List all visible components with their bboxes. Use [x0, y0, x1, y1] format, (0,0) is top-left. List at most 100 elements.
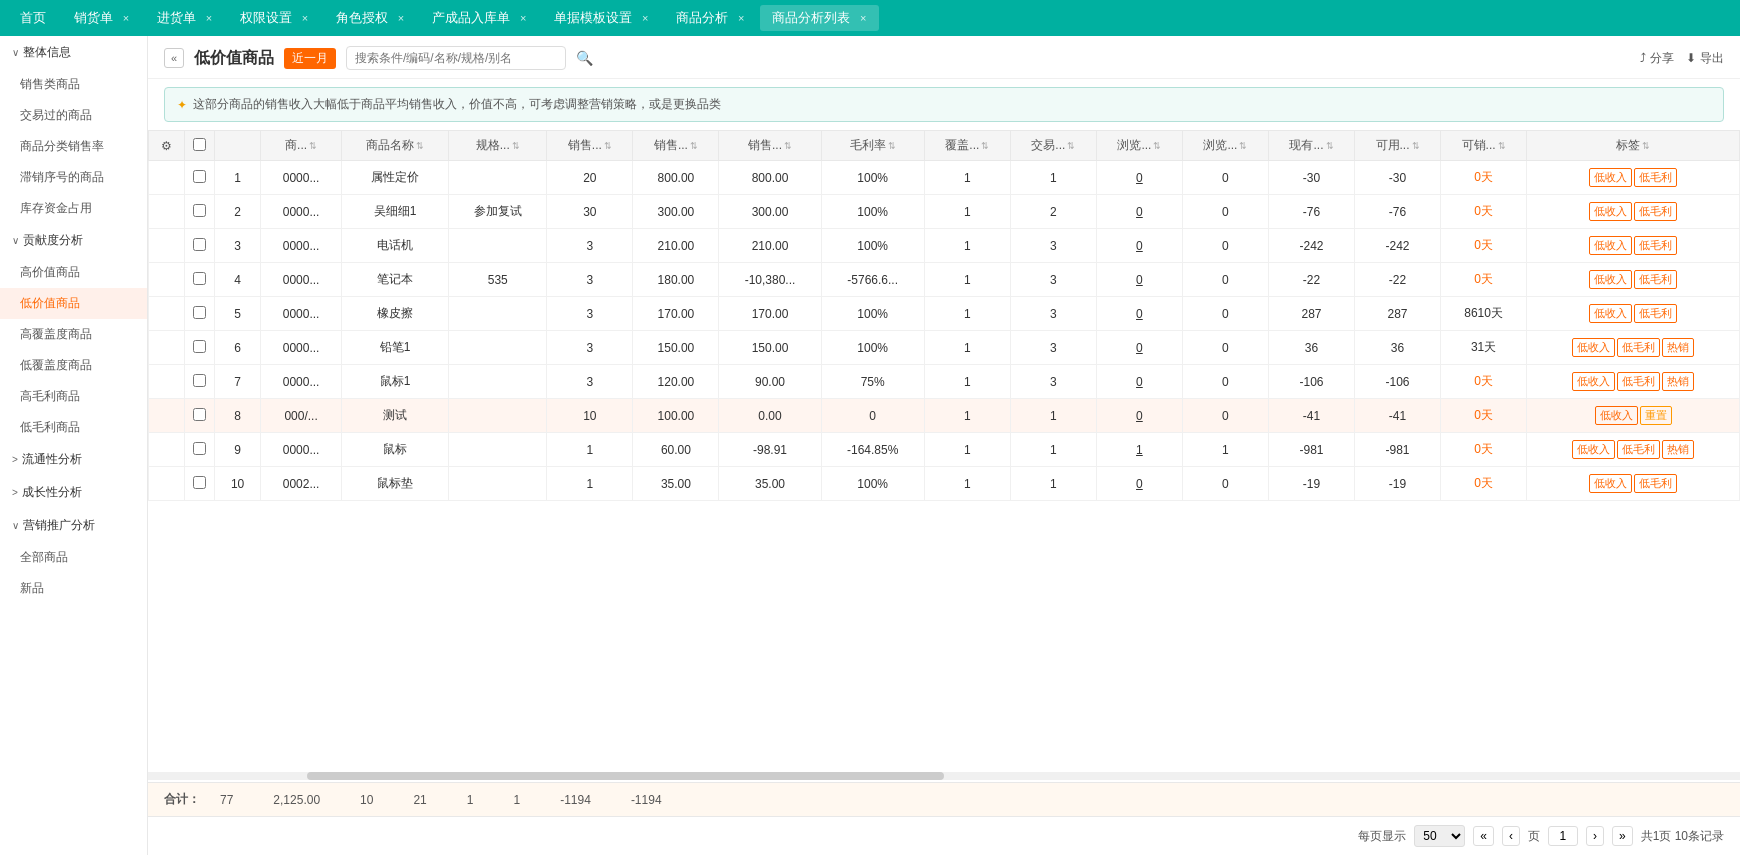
next-page-btn[interactable]: ›	[1586, 826, 1604, 846]
sidebar-item-high-value[interactable]: 高价值商品	[0, 257, 147, 288]
sidebar-item-low-margin[interactable]: 低毛利商品	[0, 412, 147, 443]
col-spec[interactable]: 规格... ⇅	[449, 131, 547, 161]
row-checkbox[interactable]	[193, 476, 206, 489]
cell-checkbox[interactable]	[185, 331, 215, 365]
col-sales3[interactable]: 销售... ⇅	[719, 131, 821, 161]
row-checkbox[interactable]	[193, 408, 206, 421]
cell-checkbox[interactable]	[185, 229, 215, 263]
col-browse1[interactable]: 浏览... ⇅	[1096, 131, 1182, 161]
cell-browse1[interactable]: 0	[1096, 399, 1182, 433]
browse1-link[interactable]: 0	[1136, 239, 1143, 253]
browse1-link[interactable]: 0	[1136, 477, 1143, 491]
sidebar-item-high-margin[interactable]: 高毛利商品	[0, 381, 147, 412]
browse1-link[interactable]: 0	[1136, 341, 1143, 355]
export-btn[interactable]: ⬇ 导出	[1686, 50, 1724, 67]
select-all-checkbox[interactable]	[193, 138, 206, 151]
browse1-link[interactable]: 0	[1136, 205, 1143, 219]
sidebar-item-sales-products[interactable]: 销售类商品	[0, 69, 147, 100]
sidebar-item-slow-move[interactable]: 滞销序号的商品	[0, 162, 147, 193]
cell-checkbox[interactable]	[185, 161, 215, 195]
row-checkbox[interactable]	[193, 374, 206, 387]
scrollbar-thumb[interactable]	[307, 772, 944, 780]
browse1-link[interactable]: 0	[1136, 375, 1143, 389]
last-page-btn[interactable]: »	[1612, 826, 1633, 846]
col-sales1[interactable]: 销售... ⇅	[547, 131, 633, 161]
row-checkbox[interactable]	[193, 238, 206, 251]
col-browse2[interactable]: 浏览... ⇅	[1182, 131, 1268, 161]
sidebar-item-low-coverage[interactable]: 低覆盖度商品	[0, 350, 147, 381]
nav-close-purchase[interactable]: ×	[206, 12, 212, 24]
nav-close-roles[interactable]: ×	[398, 12, 404, 24]
sidebar-group-contribution[interactable]: ∨ 贡献度分析	[0, 224, 147, 257]
nav-close-analysis[interactable]: ×	[738, 12, 744, 24]
nav-analysis[interactable]: 商品分析 ×	[664, 5, 756, 31]
cell-checkbox[interactable]	[185, 195, 215, 229]
cell-checkbox[interactable]	[185, 433, 215, 467]
col-cover[interactable]: 覆盖... ⇅	[924, 131, 1010, 161]
col-available[interactable]: 可用... ⇅	[1355, 131, 1441, 161]
cell-checkbox[interactable]	[185, 399, 215, 433]
sidebar-item-inventory-fund[interactable]: 库存资金占用	[0, 193, 147, 224]
row-checkbox[interactable]	[193, 272, 206, 285]
per-page-select[interactable]: 50 100 200	[1414, 825, 1465, 847]
nav-product-in[interactable]: 产成品入库单 ×	[420, 5, 538, 31]
nav-close-permissions[interactable]: ×	[302, 12, 308, 24]
first-page-btn[interactable]: «	[1473, 826, 1494, 846]
browse1-link[interactable]: 0	[1136, 171, 1143, 185]
col-margin[interactable]: 毛利率 ⇅	[821, 131, 924, 161]
sidebar-group-overall[interactable]: ∨ 整体信息	[0, 36, 147, 69]
cell-checkbox[interactable]	[185, 263, 215, 297]
browse1-link[interactable]: 0	[1136, 307, 1143, 321]
sidebar-group-growth[interactable]: > 成长性分析	[0, 476, 147, 509]
row-checkbox[interactable]	[193, 340, 206, 353]
nav-template[interactable]: 单据模板设置 ×	[542, 5, 660, 31]
search-icon[interactable]: 🔍	[576, 50, 593, 66]
search-input[interactable]	[346, 46, 566, 70]
cell-checkbox[interactable]	[185, 365, 215, 399]
col-name[interactable]: 商品名称 ⇅	[342, 131, 449, 161]
cell-browse1[interactable]: 0	[1096, 365, 1182, 399]
sidebar-item-high-coverage[interactable]: 高覆盖度商品	[0, 319, 147, 350]
col-checkbox[interactable]	[185, 131, 215, 161]
row-checkbox[interactable]	[193, 306, 206, 319]
col-code[interactable]: 商... ⇅	[261, 131, 342, 161]
nav-purchase[interactable]: 进货单 ×	[145, 5, 224, 31]
sidebar-group-marketing[interactable]: ∨ 营销推广分析	[0, 509, 147, 542]
col-trade[interactable]: 交易... ⇅	[1010, 131, 1096, 161]
sidebar-collapse-btn[interactable]: «	[164, 48, 184, 68]
browse1-link[interactable]: 0	[1136, 273, 1143, 287]
browse1-link[interactable]: 0	[1136, 409, 1143, 423]
horizontal-scrollbar[interactable]	[148, 772, 1740, 780]
col-sales2[interactable]: 销售... ⇅	[633, 131, 719, 161]
nav-analysis-list[interactable]: 商品分析列表 ×	[760, 5, 878, 31]
cell-browse1[interactable]: 0	[1096, 331, 1182, 365]
cell-checkbox[interactable]	[185, 467, 215, 501]
nav-roles[interactable]: 角色授权 ×	[324, 5, 416, 31]
nav-close-analysis-list[interactable]: ×	[860, 12, 866, 24]
nav-home[interactable]: 首页	[8, 5, 58, 31]
page-input[interactable]	[1548, 826, 1578, 846]
nav-sales[interactable]: 销货单 ×	[62, 5, 141, 31]
sidebar-item-category-rate[interactable]: 商品分类销售率	[0, 131, 147, 162]
col-saleable[interactable]: 可销... ⇅	[1441, 131, 1527, 161]
prev-page-btn[interactable]: ‹	[1502, 826, 1520, 846]
filter-tag-btn[interactable]: 近一月	[284, 48, 336, 69]
cell-browse1[interactable]: 0	[1096, 467, 1182, 501]
cell-browse1[interactable]: 0	[1096, 195, 1182, 229]
sidebar-item-all-products[interactable]: 全部商品	[0, 542, 147, 573]
row-checkbox[interactable]	[193, 170, 206, 183]
col-settings[interactable]: ⚙	[149, 131, 185, 161]
sidebar-item-low-value[interactable]: 低价值商品	[0, 288, 147, 319]
cell-browse1[interactable]: 1	[1096, 433, 1182, 467]
share-btn[interactable]: ⤴ 分享	[1640, 50, 1674, 67]
col-tags[interactable]: 标签 ⇅	[1527, 131, 1740, 161]
nav-permissions[interactable]: 权限设置 ×	[228, 5, 320, 31]
sidebar-group-flow[interactable]: > 流通性分析	[0, 443, 147, 476]
cell-browse1[interactable]: 0	[1096, 161, 1182, 195]
col-current[interactable]: 现有... ⇅	[1268, 131, 1354, 161]
browse1-link[interactable]: 1	[1136, 443, 1143, 457]
row-checkbox[interactable]	[193, 442, 206, 455]
sidebar-item-new-products[interactable]: 新品	[0, 573, 147, 604]
cell-browse1[interactable]: 0	[1096, 263, 1182, 297]
nav-close-sales[interactable]: ×	[123, 12, 129, 24]
